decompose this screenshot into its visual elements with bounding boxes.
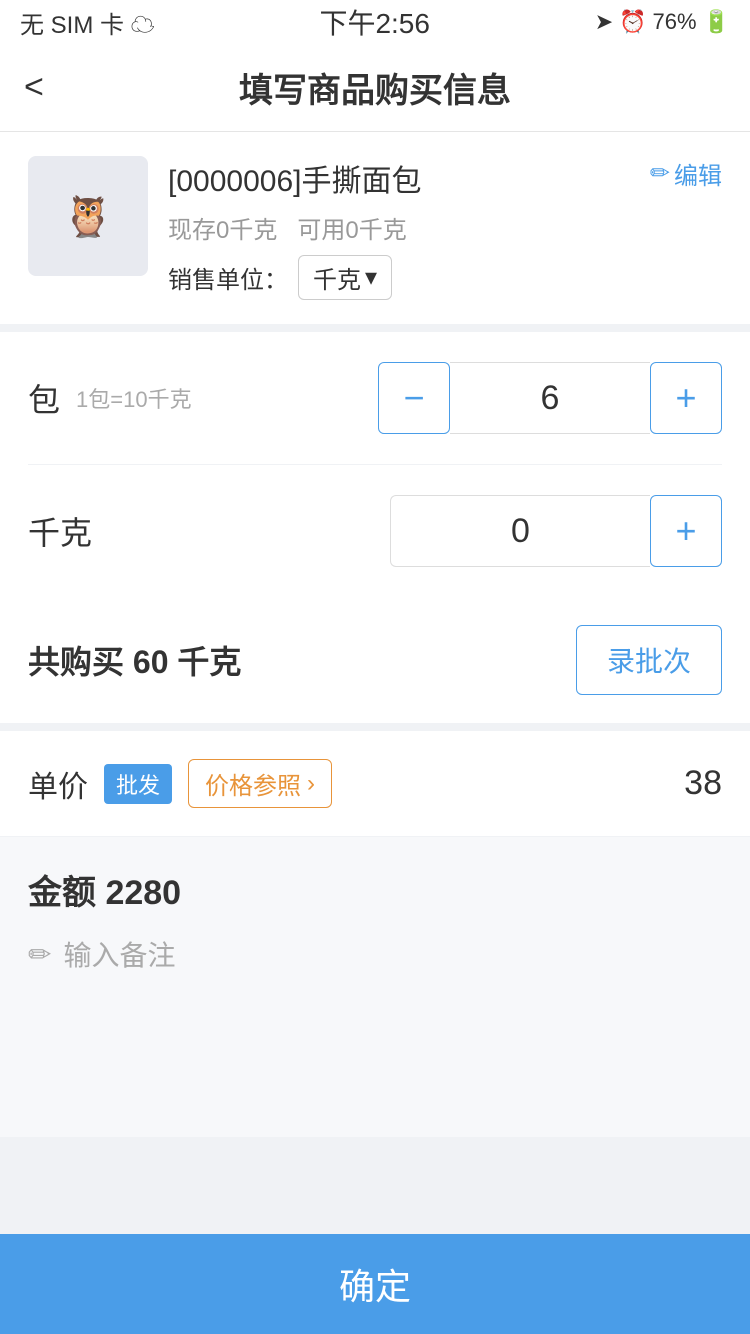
kg-input-row: 千克 + — [28, 465, 722, 597]
chevron-right-icon: › — [307, 770, 315, 798]
nav-bar: < 填写商品购买信息 — [0, 44, 750, 132]
price-section: 单价 批发 价格参照 › 38 — [0, 731, 750, 837]
kg-input-control: + — [390, 495, 722, 567]
amount-value: 2280 — [105, 874, 181, 912]
status-right: ➤ ⏰ 76% 🔋 — [595, 9, 730, 35]
product-thumbnail: 🦉 — [28, 156, 148, 276]
package-hint: 1包=10千克 — [76, 382, 192, 414]
status-bar: 无 SIM 卡 ☁ 下午2:56 ➤ ⏰ 76% 🔋 — [0, 0, 750, 44]
page-title: 填写商品购买信息 — [239, 63, 511, 112]
back-button[interactable]: < — [24, 68, 44, 107]
pencil-icon: ✏ — [28, 938, 51, 971]
price-reference-button[interactable]: 价格参照 › — [188, 759, 332, 808]
total-amount: 60 — [133, 644, 169, 680]
remark-label: 输入备注 — [63, 934, 175, 974]
product-info: [0000006]手撕面包 现存0千克 可用0千克 销售单位： 千克 ▾ — [168, 156, 630, 300]
amount-row: 金额 2280 — [28, 865, 722, 914]
package-input-row: 包 1包=10千克 − + — [28, 332, 722, 465]
package-input[interactable] — [450, 362, 650, 434]
package-increment-button[interactable]: + — [650, 362, 722, 434]
price-label: 单价 — [28, 762, 88, 806]
product-stock: 现存0千克 可用0千克 — [168, 210, 630, 245]
price-value: 38 — [684, 764, 722, 803]
package-input-control: − + — [378, 362, 722, 434]
sim-status: 无 SIM 卡 ☁ — [20, 5, 155, 40]
owl-icon: 🦉 — [63, 193, 113, 240]
price-type-tag: 批发 — [104, 764, 172, 804]
total-section: 共购买 60 千克 录批次 — [0, 597, 750, 731]
chevron-down-icon: ▾ — [365, 263, 377, 292]
total-text: 共购买 60 千克 — [28, 637, 241, 683]
confirm-button[interactable]: 确定 — [0, 1234, 750, 1334]
kg-input[interactable] — [390, 495, 650, 567]
kg-label: 千克 — [28, 508, 92, 554]
kg-increment-button[interactable]: + — [650, 495, 722, 567]
product-unit-row: 销售单位： 千克 ▾ — [168, 255, 630, 300]
batch-button[interactable]: 录批次 — [576, 625, 722, 695]
product-card: 🦉 [0000006]手撕面包 现存0千克 可用0千克 销售单位： 千克 ▾ ✏… — [0, 132, 750, 332]
package-label: 包 1包=10千克 — [28, 375, 192, 421]
status-left: 无 SIM 卡 ☁ — [20, 5, 155, 40]
edit-icon: ✏ — [650, 159, 670, 188]
battery-level: 76% — [653, 9, 697, 35]
alarm-icon: ⏰ — [619, 9, 646, 35]
status-time: 下午2:56 — [319, 2, 430, 42]
edit-button[interactable]: ✏ 编辑 — [650, 156, 722, 191]
product-name: [0000006]手撕面包 — [168, 156, 630, 200]
package-decrement-button[interactable]: − — [378, 362, 450, 434]
amount-section: 金额 2280 ✏ 输入备注 — [0, 837, 750, 1137]
unit-selector[interactable]: 千克 ▾ — [298, 255, 392, 300]
input-section: 包 1包=10千克 − + 千克 + — [0, 332, 750, 597]
location-icon: ➤ — [595, 9, 613, 35]
remark-row[interactable]: ✏ 输入备注 — [28, 934, 722, 974]
battery-icon: 🔋 — [703, 9, 730, 35]
